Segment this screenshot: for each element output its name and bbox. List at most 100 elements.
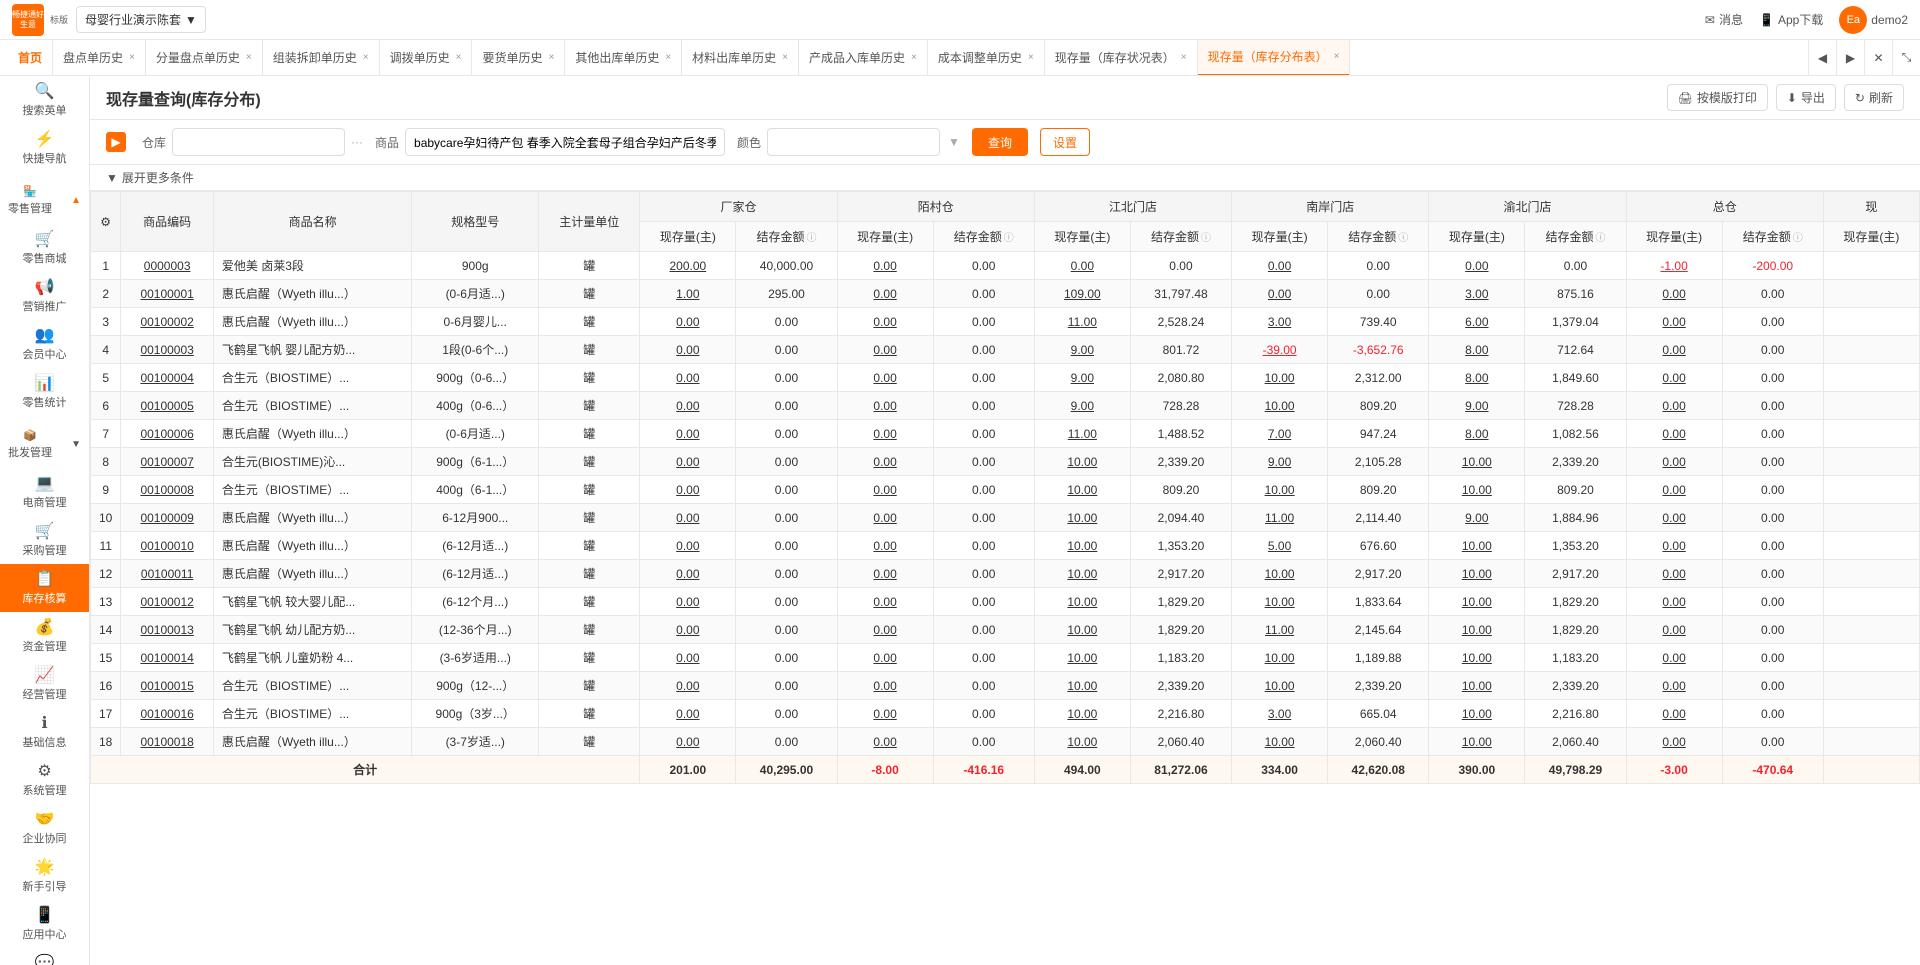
table-cell[interactable]: 10.00 [1429,672,1525,700]
table-cell[interactable]: 0.00 [640,532,736,560]
table-cell[interactable]: 11.00 [1034,308,1130,336]
table-cell[interactable]: 10.00 [1429,532,1525,560]
sidebar-item-finance[interactable]: 💰 资金管理 [0,612,89,660]
table-cell[interactable]: 0.00 [1626,476,1722,504]
gear-col-header[interactable]: ⚙ [91,192,121,252]
tab-other-out[interactable]: 其他出库单历史 × [565,40,682,76]
table-cell[interactable]: 00100005 [121,392,214,420]
tab-cost-adjust[interactable]: 成本调整单历史 × [928,40,1045,76]
nav-close-all[interactable]: ✕ [1864,40,1892,76]
table-cell[interactable]: 0.00 [837,476,933,504]
table-cell[interactable]: 0.00 [837,588,933,616]
table-cell[interactable]: 00100010 [121,532,214,560]
table-cell[interactable]: 9.00 [1034,364,1130,392]
table-cell[interactable]: 11.00 [1034,420,1130,448]
table-cell[interactable]: 0.00 [837,252,933,280]
table-cell[interactable]: 9.00 [1034,336,1130,364]
table-cell[interactable]: 10.00 [1232,560,1328,588]
table-cell[interactable]: 0.00 [1626,644,1722,672]
tab-stock-dist[interactable]: 现存量（库存分布表） × [1198,40,1351,76]
table-cell[interactable]: 0.00 [640,308,736,336]
tab-combo[interactable]: 组装拆卸单历史 × [263,40,380,76]
tab-material-out[interactable]: 材料出库单历史 × [682,40,799,76]
table-cell[interactable]: 9.00 [1232,448,1328,476]
table-cell[interactable]: 10.00 [1034,532,1130,560]
table-cell[interactable]: 10.00 [1429,476,1525,504]
tab-sub-count[interactable]: 分量盘点单历史 × [146,40,263,76]
table-cell[interactable]: 11.00 [1232,616,1328,644]
message-btn[interactable]: ✉ 消息 [1705,11,1743,28]
nav-expand[interactable]: ⤡ [1892,40,1920,76]
table-cell[interactable]: 10.00 [1034,672,1130,700]
table-cell[interactable]: 3.00 [1232,308,1328,336]
table-cell[interactable]: 00100012 [121,588,214,616]
goods-input[interactable] [405,128,725,156]
table-cell[interactable]: 8.00 [1429,364,1525,392]
table-cell[interactable]: 0.00 [1626,392,1722,420]
table-cell[interactable]: 00100001 [121,280,214,308]
table-cell[interactable]: 0.00 [640,476,736,504]
table-cell[interactable]: 10.00 [1034,644,1130,672]
table-cell[interactable]: 00100009 [121,504,214,532]
table-cell[interactable]: 0.00 [640,420,736,448]
table-cell[interactable]: 5.00 [1232,532,1328,560]
table-cell[interactable]: 10.00 [1034,448,1130,476]
table-cell[interactable]: 1.00 [640,280,736,308]
sidebar-item-retail-stat[interactable]: 📊 零售统计 [0,368,89,416]
sidebar-item-ecom[interactable]: 💻 电商管理 [0,468,89,516]
table-cell[interactable]: 109.00 [1034,280,1130,308]
table-cell[interactable]: 0.00 [837,364,933,392]
table-cell[interactable]: 00100014 [121,644,214,672]
table-cell[interactable]: 0.00 [837,644,933,672]
table-cell[interactable]: 0.00 [1626,364,1722,392]
table-cell[interactable]: 0.00 [640,336,736,364]
table-cell[interactable]: 10.00 [1429,616,1525,644]
table-cell[interactable]: 0.00 [1626,700,1722,728]
table-cell[interactable]: 9.00 [1429,392,1525,420]
table-cell[interactable]: 0.00 [837,280,933,308]
export-btn[interactable]: ⬇ 导出 [1776,84,1836,111]
tab-inventory-count[interactable]: 盘点单历史 × [53,40,146,76]
table-cell[interactable]: 00100007 [121,448,214,476]
tab-product-in[interactable]: 产成品入库单历史 × [799,40,928,76]
warehouse-input[interactable] [172,128,345,156]
table-cell[interactable]: 0.00 [640,588,736,616]
table-cell[interactable]: 0.00 [640,616,736,644]
table-cell[interactable]: 0.00 [1626,448,1722,476]
table-cell[interactable]: 10.00 [1429,728,1525,756]
collapse-toggle[interactable]: ▶ [106,132,126,152]
table-cell[interactable]: 00100006 [121,420,214,448]
close-icon[interactable]: × [363,52,369,63]
close-icon[interactable]: × [129,52,135,63]
table-cell[interactable]: 200.00 [640,252,736,280]
table-cell[interactable]: 0.00 [1626,616,1722,644]
table-cell[interactable]: 3.00 [1232,700,1328,728]
sidebar-item-member[interactable]: 👥 会员中心 [0,320,89,368]
table-cell[interactable]: 10.00 [1034,504,1130,532]
table-cell[interactable]: 10.00 [1232,728,1328,756]
sidebar-item-wechat[interactable]: 💬 企业微信 [0,948,89,965]
table-cell[interactable]: 0.00 [837,448,933,476]
table-cell[interactable]: 0.00 [640,560,736,588]
table-cell[interactable]: 0.00 [1034,252,1130,280]
close-icon[interactable]: × [1334,51,1340,62]
table-cell[interactable]: 0.00 [1626,280,1722,308]
table-cell[interactable]: 8.00 [1429,336,1525,364]
close-icon[interactable]: × [1181,52,1187,63]
table-cell[interactable]: 10.00 [1232,588,1328,616]
setting-btn[interactable]: 设置 [1040,128,1090,156]
print-btn[interactable]: 🖨 按模版打印 [1667,84,1768,111]
table-cell[interactable]: 11.00 [1232,504,1328,532]
table-cell[interactable]: 8.00 [1429,420,1525,448]
table-cell[interactable]: 10.00 [1232,364,1328,392]
nav-next[interactable]: ▶ [1836,40,1864,76]
table-cell[interactable]: 0.00 [837,504,933,532]
table-cell[interactable]: 0.00 [837,420,933,448]
sidebar-item-corp[interactable]: 🤝 企业协同 [0,804,89,852]
nav-prev[interactable]: ◀ [1808,40,1836,76]
sidebar-item-system[interactable]: ⚙ 系统管理 [0,756,89,804]
table-cell[interactable]: 00100011 [121,560,214,588]
sidebar-item-guide[interactable]: 🌟 新手引导 [0,852,89,900]
sidebar-item-nav[interactable]: ⚡ 快捷导航 [0,124,89,172]
table-cell[interactable]: 0000003 [121,252,214,280]
